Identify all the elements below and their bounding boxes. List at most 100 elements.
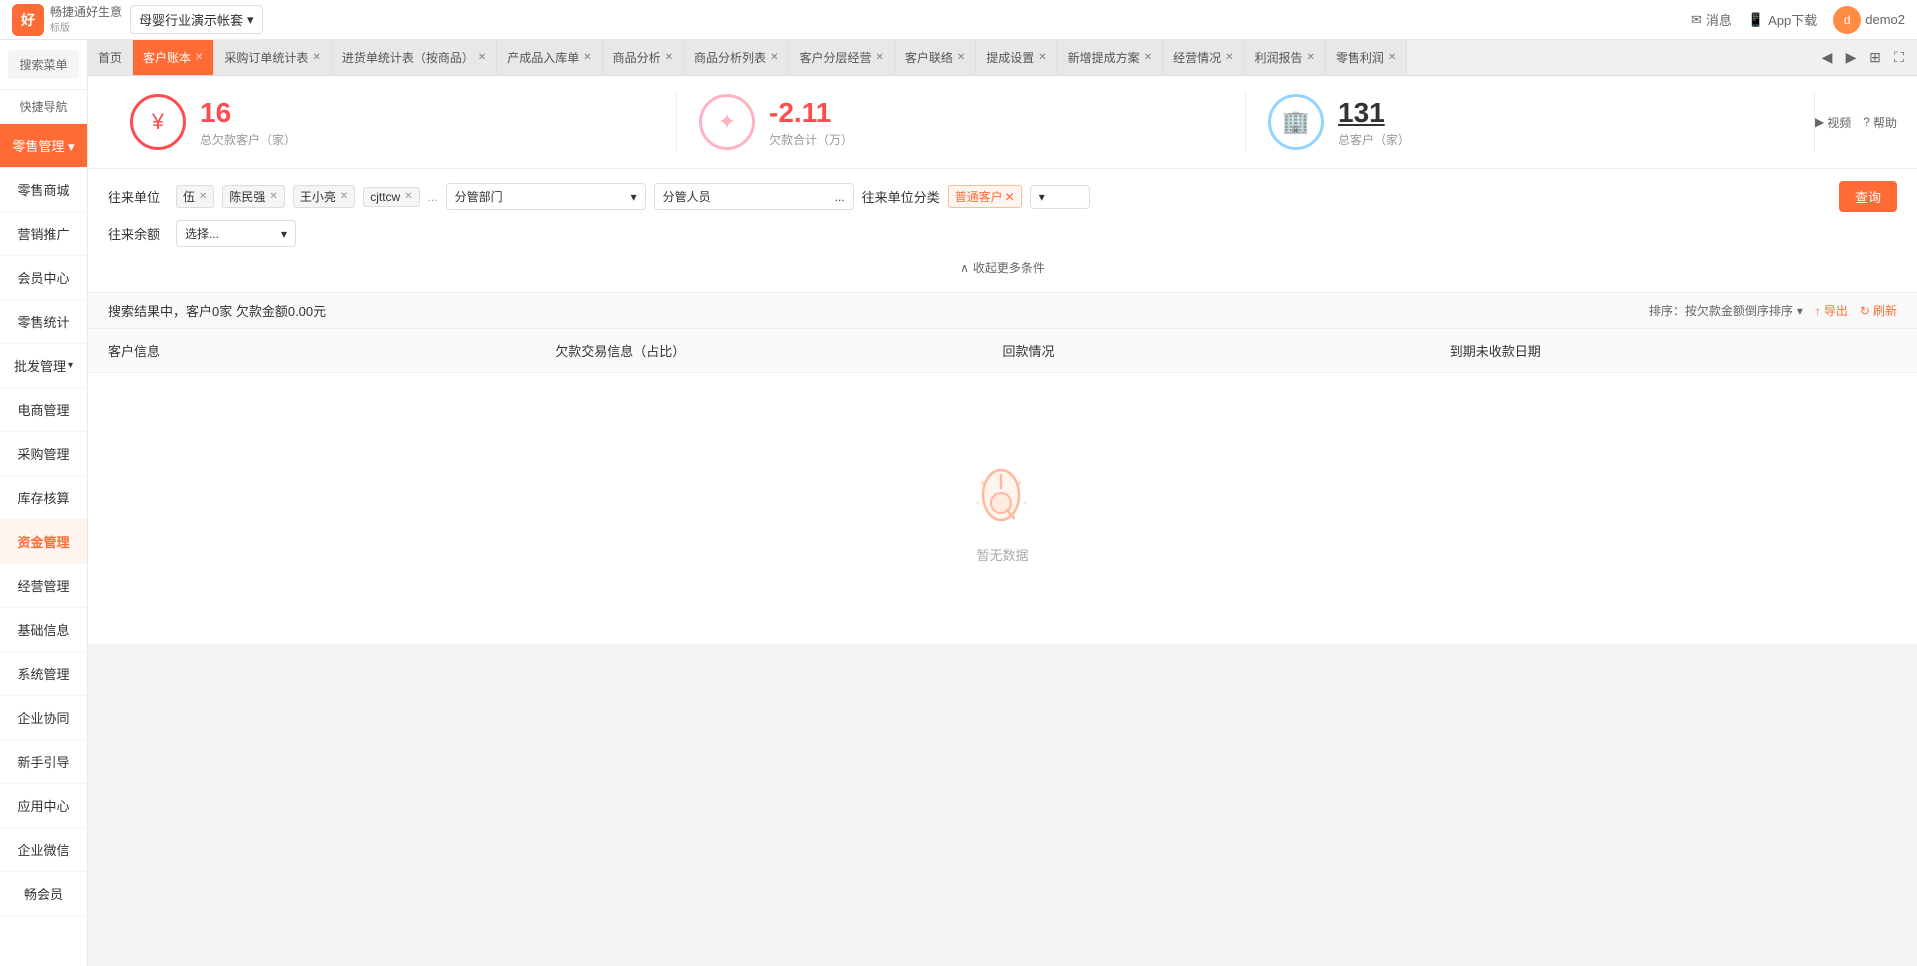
- query-btn[interactable]: 查询: [1839, 181, 1897, 212]
- tab-purchase-product-stats[interactable]: 进货单统计表（按商品） ✕: [332, 40, 497, 76]
- tab-product-analysis[interactable]: 商品分析 ✕: [603, 40, 684, 76]
- tab-close-icon[interactable]: ✕: [478, 52, 486, 63]
- sidebar-search[interactable]: 搜索菜单: [0, 40, 87, 90]
- sidebar-item-marketing[interactable]: 营销推广: [0, 212, 87, 256]
- page-content: ¥ 16 总欠款客户（家） ✦ -2.11 欠款合计（万）: [88, 76, 1917, 966]
- tag-close-wu-icon[interactable]: ✕: [199, 191, 207, 202]
- stat-icon-credit: ¥: [128, 92, 188, 152]
- empty-text: 暂无数据: [976, 545, 1028, 564]
- refresh-btn[interactable]: ↻ 刷新: [1860, 302, 1897, 319]
- stat-icon-customers: 🏢: [1266, 92, 1326, 152]
- sidebar-item-label: 应用中心: [17, 799, 69, 814]
- tab-customer-contact[interactable]: 客户联络 ✕: [895, 40, 976, 76]
- sidebar-item-label: 新手引导: [17, 755, 69, 770]
- tab-prev-btn[interactable]: ◀: [1817, 48, 1837, 68]
- tab-close-icon[interactable]: ✕: [957, 52, 965, 63]
- top-bar: 好 畅捷通好生意 标版 母婴行业演示帐套 ▾ ✉ 消息 📱 App下载 d de…: [0, 0, 1917, 40]
- tab-customer-book[interactable]: 客户账本 ✕: [133, 40, 214, 76]
- credit-customers-value: 16: [200, 96, 296, 130]
- sidebar-item-system-mgmt[interactable]: 系统管理: [0, 652, 87, 696]
- tab-retail-profit[interactable]: 零售利润 ✕: [1326, 40, 1407, 76]
- tab-purchase-stats[interactable]: 采购订单统计表 ✕: [214, 40, 331, 76]
- logo-area: 好 畅捷通好生意 标版: [12, 4, 122, 36]
- sidebar-item-wholesale-mgmt[interactable]: 批发管理 ▾: [0, 344, 87, 388]
- tab-close-icon[interactable]: ✕: [665, 52, 673, 63]
- dept-placeholder: 分管部门: [455, 188, 503, 205]
- sidebar-item-app-center[interactable]: 应用中心: [0, 784, 87, 828]
- user-profile[interactable]: d demo2: [1833, 6, 1905, 34]
- tab-close-icon[interactable]: ✕: [770, 52, 778, 63]
- tag-close-cjttcw-icon[interactable]: ✕: [404, 191, 412, 202]
- filter-row-2: 往来余额 选择... ▾: [108, 220, 1897, 247]
- sidebar-item-new-guide[interactable]: 新手引导: [0, 740, 87, 784]
- tab-close-icon[interactable]: ✕: [875, 52, 883, 63]
- tab-home[interactable]: 首页: [88, 40, 133, 76]
- help-btn[interactable]: ? 帮助: [1863, 114, 1897, 131]
- dept-filter[interactable]: 分管部门 ▾: [446, 183, 646, 210]
- tab-close-icon[interactable]: ✕: [1388, 52, 1396, 63]
- tag-close-wang-icon[interactable]: ✕: [340, 191, 348, 202]
- balance-filter[interactable]: 选择... ▾: [176, 220, 296, 247]
- sidebar-item-enterprise-collab[interactable]: 企业协同: [0, 696, 87, 740]
- tab-boost-settings[interactable]: 提成设置 ✕: [976, 40, 1057, 76]
- tag-close-chen-icon[interactable]: ✕: [269, 191, 277, 202]
- sidebar-item-basic-info[interactable]: 基础信息: [0, 608, 87, 652]
- tab-close-icon[interactable]: ✕: [583, 52, 591, 63]
- chevron-down-icon: ▾: [247, 12, 254, 28]
- tab-new-boost-plan[interactable]: 新增提成方案 ✕: [1058, 40, 1163, 76]
- sidebar-item-purchase-mgmt[interactable]: 采购管理: [0, 432, 87, 476]
- tab-menu-btn[interactable]: ⊞: [1865, 48, 1885, 68]
- category-dropdown[interactable]: ▾: [1030, 185, 1090, 209]
- filter-tag-wang[interactable]: 王小亮 ✕: [293, 185, 355, 208]
- tag-close-category-icon[interactable]: ✕: [1005, 190, 1015, 204]
- company-selector[interactable]: 母婴行业演示帐套 ▾: [130, 5, 263, 34]
- sidebar-item-capital-mgmt[interactable]: 资金管理: [0, 520, 87, 564]
- filter-tag-cjttcw[interactable]: cjttcw ✕: [363, 187, 419, 207]
- tab-next-btn[interactable]: ▶: [1841, 48, 1861, 68]
- tab-close-icon[interactable]: ✕: [312, 52, 320, 63]
- sidebar-item-ecommerce-mgmt[interactable]: 电商管理: [0, 388, 87, 432]
- tab-fullscreen-btn[interactable]: ⛶: [1889, 48, 1909, 68]
- top-bar-left: 好 畅捷通好生意 标版 母婴行业演示帐套 ▾: [12, 4, 263, 36]
- sidebar-item-ops-mgmt[interactable]: 经营管理: [0, 564, 87, 608]
- collapse-btn[interactable]: ∧ 收起更多条件: [108, 255, 1897, 280]
- filter-tag-wu[interactable]: 伍 ✕: [176, 185, 214, 208]
- tab-profit-report[interactable]: 利润报告 ✕: [1244, 40, 1325, 76]
- sidebar-item-retail-mgmt[interactable]: 零售管理 ▾: [0, 124, 87, 168]
- messages-label: 消息: [1706, 10, 1732, 29]
- sidebar-item-enterprise-wechat[interactable]: 企业微信: [0, 828, 87, 872]
- tab-ops-situation[interactable]: 经营情况 ✕: [1163, 40, 1244, 76]
- sidebar-item-inventory[interactable]: 库存核算: [0, 476, 87, 520]
- export-btn[interactable]: ↑ 导出: [1815, 302, 1848, 319]
- sidebar-item-retail-stats[interactable]: 零售统计: [0, 300, 87, 344]
- tab-close-icon[interactable]: ✕: [1038, 52, 1046, 63]
- search-menu-btn[interactable]: 搜索菜单: [8, 50, 79, 79]
- person-filter[interactable]: 分管人员 ...: [654, 183, 854, 210]
- sidebar-item-vip-member[interactable]: 畅会员: [0, 872, 87, 916]
- tab-product-analysis-list[interactable]: 商品分析列表 ✕: [684, 40, 789, 76]
- tab-customer-layer[interactable]: 客户分层经营 ✕: [789, 40, 894, 76]
- tab-cost-in[interactable]: 产成品入库单 ✕: [497, 40, 602, 76]
- sidebar-item-label: 零售统计: [17, 315, 69, 330]
- sidebar-item-member-center[interactable]: 会员中心: [0, 256, 87, 300]
- video-btn[interactable]: ▶ 视频: [1815, 114, 1851, 131]
- tab-close-icon[interactable]: ✕: [1144, 52, 1152, 63]
- avatar: d: [1833, 6, 1861, 34]
- sidebar-item-label: 企业微信: [17, 843, 69, 858]
- tab-close-icon[interactable]: ✕: [1225, 52, 1233, 63]
- content-area: 首页 客户账本 ✕ 采购订单统计表 ✕ 进货单统计表（按商品） ✕ 产成品入库单…: [88, 40, 1917, 966]
- sort-select[interactable]: 排序：按欠款金额倒序排序 ▾: [1649, 302, 1803, 319]
- filter-tag-category[interactable]: 普通客户 ✕: [948, 185, 1022, 208]
- messages-btn[interactable]: ✉ 消息: [1691, 10, 1732, 29]
- filter-more-btn[interactable]: ...: [428, 190, 438, 204]
- logo-icon: 好: [12, 4, 44, 36]
- dept-chevron-icon: ▾: [631, 190, 637, 204]
- app-download-btn[interactable]: 📱 App下载: [1748, 10, 1817, 29]
- sidebar-item-retail-mall[interactable]: 零售商城: [0, 168, 87, 212]
- tab-close-icon[interactable]: ✕: [1307, 52, 1315, 63]
- tab-close-icon[interactable]: ✕: [195, 52, 203, 63]
- quick-nav-btn[interactable]: 快捷导航: [0, 90, 87, 124]
- category-chevron-icon: ▾: [1039, 190, 1045, 204]
- credit-total-icon: ✦: [699, 94, 755, 150]
- filter-tag-chen[interactable]: 陈民强 ✕: [222, 185, 284, 208]
